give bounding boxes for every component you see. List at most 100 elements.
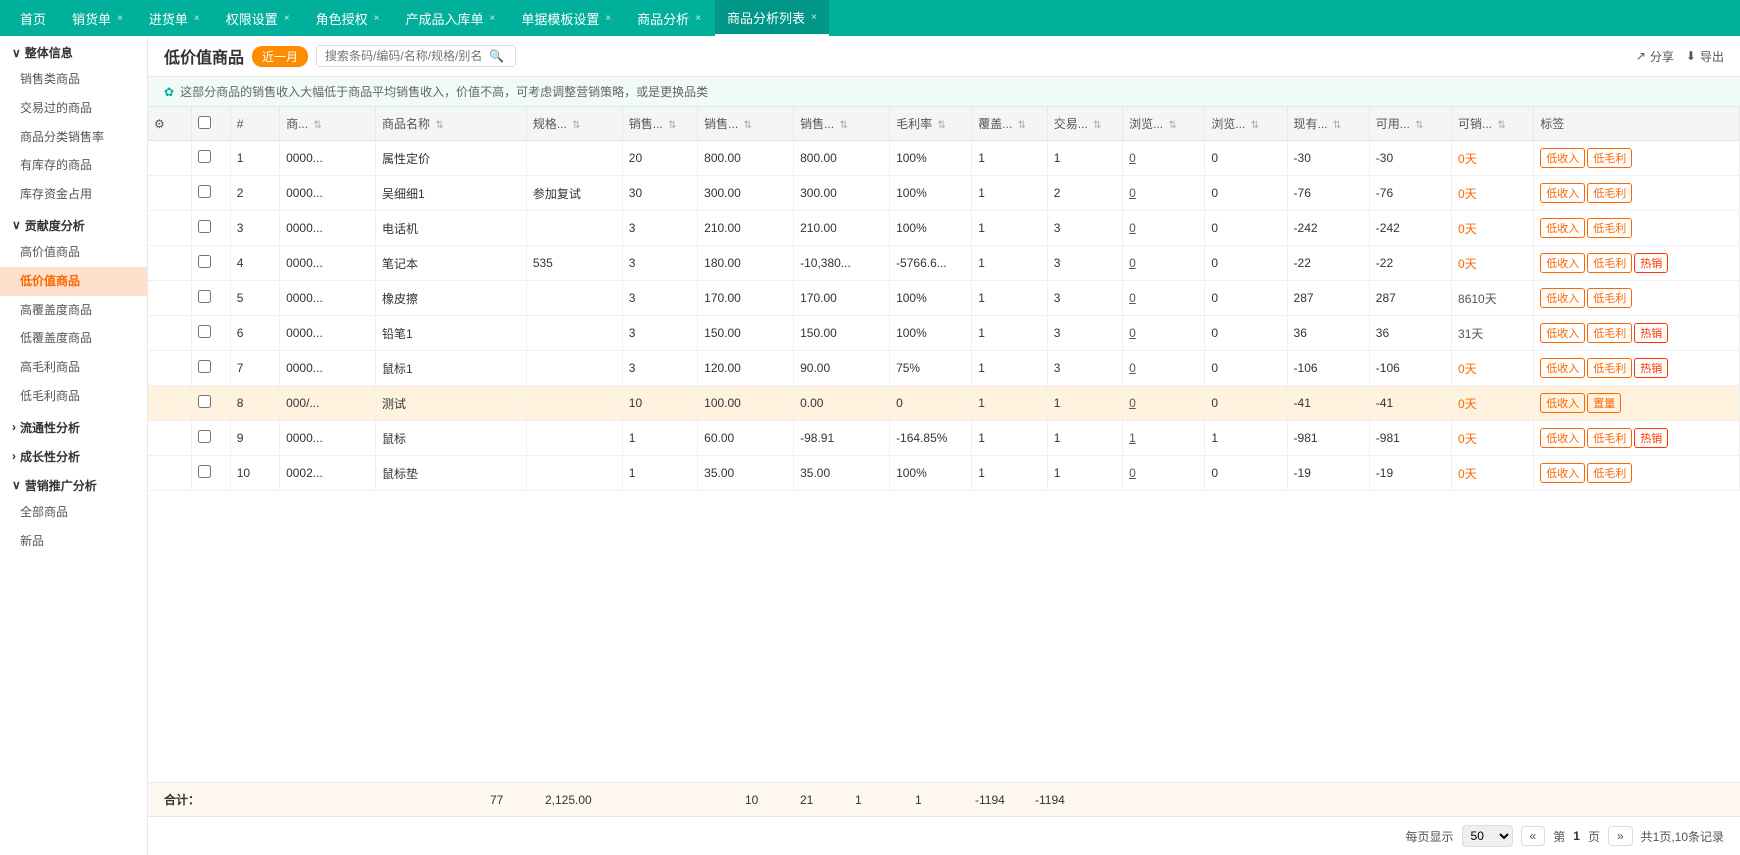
browse-link[interactable]: 0 [1129, 151, 1136, 165]
th-code[interactable]: 商... ⇅ [280, 107, 376, 141]
sidebar-item-high-coverage[interactable]: 高覆盖度商品 [0, 296, 147, 325]
nav-home[interactable]: 首页 [8, 0, 58, 36]
sidebar-group-circulation[interactable]: › 流通性分析 [0, 411, 147, 440]
td-browse1[interactable]: 0 [1123, 316, 1205, 351]
th-avail[interactable]: 可用... ⇅ [1369, 107, 1451, 141]
td-browse1[interactable]: 0 [1123, 141, 1205, 176]
export-button[interactable]: ⬇ 导出 [1686, 48, 1724, 65]
select-all-checkbox[interactable] [198, 116, 211, 129]
nav-goods-analysis[interactable]: 商品分析 × [625, 0, 713, 36]
td-check[interactable] [192, 351, 230, 386]
row-checkbox[interactable] [198, 395, 211, 408]
browse-link[interactable]: 0 [1129, 361, 1136, 375]
browse-link[interactable]: 0 [1129, 256, 1136, 270]
sidebar-item-sales-goods[interactable]: 销售类商品 [0, 65, 147, 94]
nav-permissions[interactable]: 权限设置 × [214, 0, 302, 36]
th-saleable[interactable]: 可销... ⇅ [1452, 107, 1534, 141]
row-checkbox[interactable] [198, 255, 211, 268]
row-checkbox[interactable] [198, 150, 211, 163]
th-sale-qty[interactable]: 销售... ⇅ [622, 107, 697, 141]
row-checkbox[interactable] [198, 290, 211, 303]
td-browse1[interactable]: 1 [1123, 421, 1205, 456]
th-spec[interactable]: 规格... ⇅ [526, 107, 622, 141]
th-sale-amt[interactable]: 销售... ⇅ [698, 107, 794, 141]
per-page-select[interactable]: 50 100 200 [1462, 825, 1513, 847]
table-container[interactable]: ⚙ # 商... ⇅ 商品名称 ⇅ 规格... ⇅ 销售... ⇅ 销售... … [148, 107, 1740, 782]
nav-purchase[interactable]: 进货单 × [137, 0, 212, 36]
row-checkbox[interactable] [198, 360, 211, 373]
td-browse1[interactable]: 0 [1123, 386, 1205, 421]
row-checkbox[interactable] [198, 465, 211, 478]
td-check[interactable] [192, 281, 230, 316]
browse-link[interactable]: 0 [1129, 326, 1136, 340]
td-check[interactable] [192, 246, 230, 281]
nav-close-goods[interactable]: × [695, 13, 701, 24]
sidebar-item-low-value[interactable]: 低价值商品 [0, 267, 147, 296]
td-check[interactable] [192, 176, 230, 211]
td-browse1[interactable]: 0 [1123, 281, 1205, 316]
td-check[interactable] [192, 211, 230, 246]
share-button[interactable]: ↗ 分享 [1636, 48, 1674, 65]
search-input[interactable] [325, 49, 485, 63]
th-browse2[interactable]: 浏览... ⇅ [1205, 107, 1287, 141]
nav-close-purchase[interactable]: × [194, 13, 200, 24]
th-gross[interactable]: 毛利率 ⇅ [890, 107, 972, 141]
td-browse1[interactable]: 0 [1123, 211, 1205, 246]
sidebar-item-high-value[interactable]: 高价值商品 [0, 238, 147, 267]
td-browse1[interactable]: 0 [1123, 351, 1205, 386]
nav-close-product-in[interactable]: × [489, 13, 495, 24]
nav-role-auth[interactable]: 角色授权 × [304, 0, 392, 36]
td-browse1[interactable]: 0 [1123, 246, 1205, 281]
td-check[interactable] [192, 386, 230, 421]
nav-close-permissions[interactable]: × [284, 13, 290, 24]
search-icon[interactable]: 🔍 [489, 49, 504, 63]
th-browse1[interactable]: 浏览... ⇅ [1123, 107, 1205, 141]
sidebar-item-low-coverage[interactable]: 低覆盖度商品 [0, 324, 147, 353]
td-check[interactable] [192, 316, 230, 351]
th-trade[interactable]: 交易... ⇅ [1047, 107, 1122, 141]
first-page-button[interactable]: « [1521, 826, 1546, 846]
nav-sales-order[interactable]: 销货单 × [60, 0, 135, 36]
sidebar-item-capital[interactable]: 库存资金占用 [0, 180, 147, 209]
row-checkbox[interactable] [198, 185, 211, 198]
sidebar-item-new-goods[interactable]: 新品 [0, 527, 147, 556]
sidebar-item-stock-goods[interactable]: 有库存的商品 [0, 151, 147, 180]
filter-period-button[interactable]: 近一月 [252, 46, 308, 67]
th-check[interactable] [192, 107, 230, 141]
td-check[interactable] [192, 141, 230, 176]
sidebar-group-overall[interactable]: ∨ 整体信息 [0, 36, 147, 65]
nav-product-in[interactable]: 产成品入库单 × [393, 0, 507, 36]
browse-link[interactable]: 1 [1129, 431, 1136, 445]
sidebar-item-low-profit[interactable]: 低毛利商品 [0, 382, 147, 411]
sidebar-item-all-goods[interactable]: 全部商品 [0, 498, 147, 527]
browse-link[interactable]: 0 [1129, 466, 1136, 480]
sidebar-group-contribution[interactable]: ∨ 贡献度分析 [0, 209, 147, 238]
nav-goods-list[interactable]: 商品分析列表 × [715, 0, 829, 36]
sidebar-item-traded-goods[interactable]: 交易过的商品 [0, 94, 147, 123]
sidebar-group-growth[interactable]: › 成长性分析 [0, 440, 147, 469]
row-checkbox[interactable] [198, 325, 211, 338]
row-checkbox[interactable] [198, 220, 211, 233]
td-browse1[interactable]: 0 [1123, 456, 1205, 491]
browse-link[interactable]: 0 [1129, 291, 1136, 305]
nav-close-sales[interactable]: × [117, 13, 123, 24]
th-name[interactable]: 商品名称 ⇅ [376, 107, 527, 141]
browse-link[interactable]: 0 [1129, 186, 1136, 200]
th-settings[interactable]: ⚙ [148, 107, 192, 141]
sidebar-item-category-rate[interactable]: 商品分类销售率 [0, 123, 147, 152]
next-page-button[interactable]: » [1608, 826, 1633, 846]
nav-template[interactable]: 单据模板设置 × [509, 0, 623, 36]
th-stock[interactable]: 现有... ⇅ [1287, 107, 1369, 141]
sidebar-item-high-profit[interactable]: 高毛利商品 [0, 353, 147, 382]
row-checkbox[interactable] [198, 430, 211, 443]
td-check[interactable] [192, 456, 230, 491]
td-check[interactable] [192, 421, 230, 456]
nav-close-role[interactable]: × [374, 13, 380, 24]
th-sale-avg[interactable]: 销售... ⇅ [794, 107, 890, 141]
search-box[interactable]: 🔍 [316, 45, 516, 67]
th-cover[interactable]: 覆盖... ⇅ [972, 107, 1047, 141]
browse-link[interactable]: 0 [1129, 221, 1136, 235]
nav-close-template[interactable]: × [605, 13, 611, 24]
td-browse1[interactable]: 0 [1123, 176, 1205, 211]
browse-link[interactable]: 0 [1129, 396, 1136, 410]
